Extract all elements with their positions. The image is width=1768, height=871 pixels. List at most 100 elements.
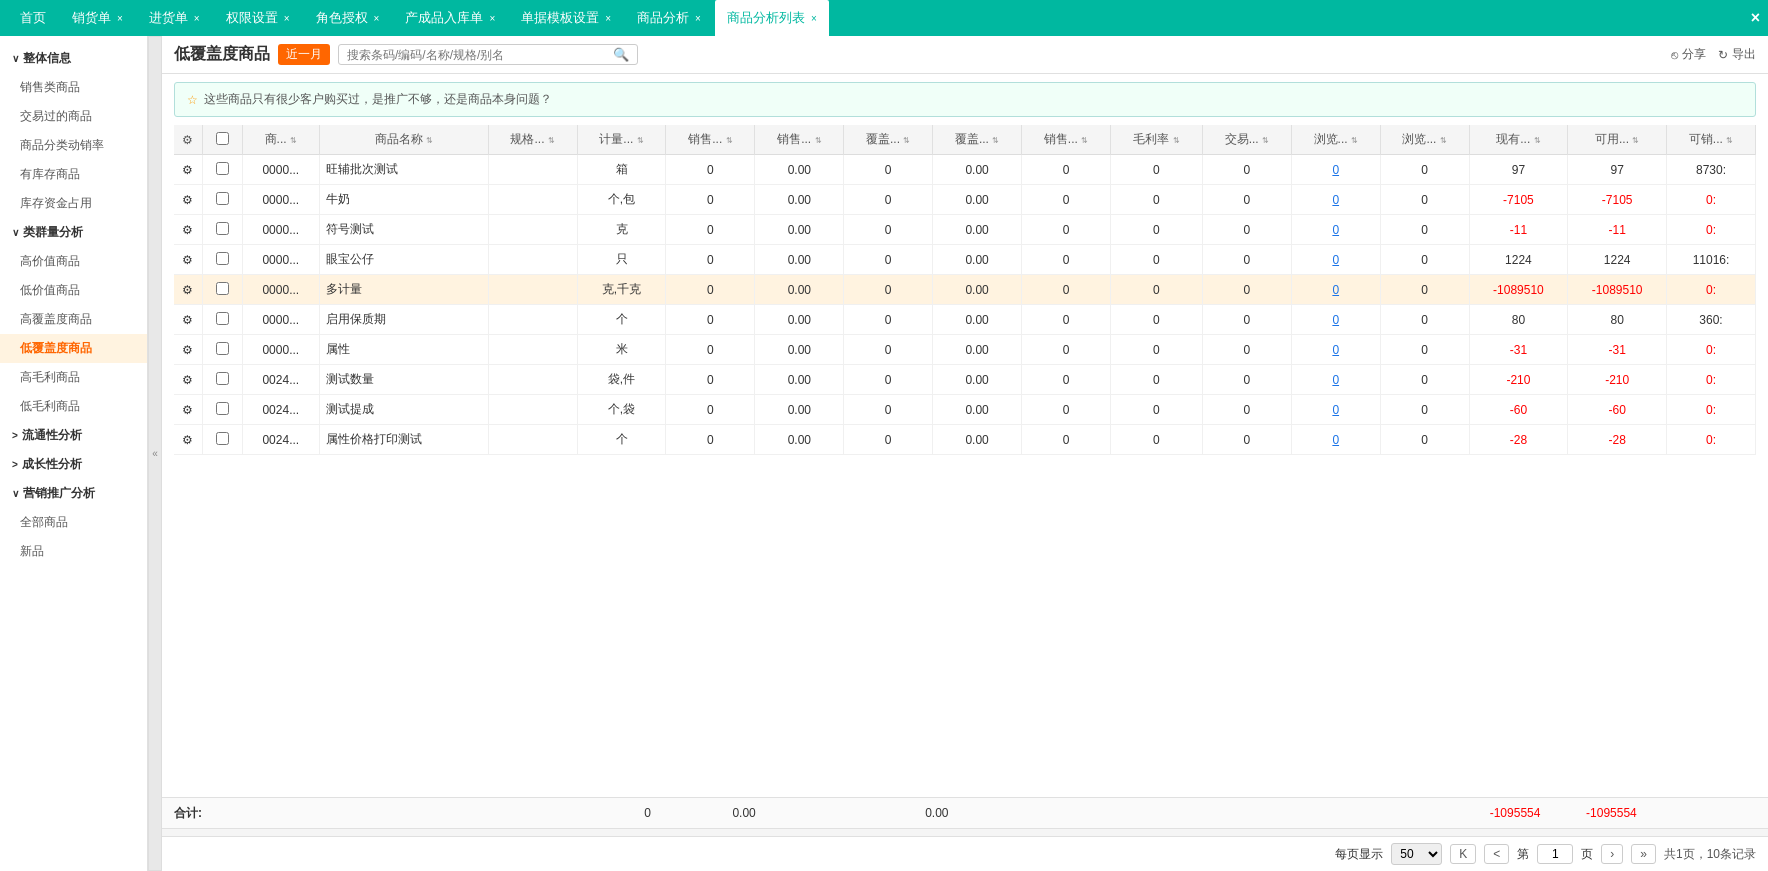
- sidebar-item-capital-use[interactable]: 库存资金占用: [0, 189, 147, 218]
- sidebar-item-low-margin[interactable]: 低毛利商品: [0, 392, 147, 421]
- close-icon[interactable]: ×: [117, 13, 123, 24]
- gear-cell[interactable]: ⚙: [174, 395, 202, 425]
- row-checkbox[interactable]: [216, 372, 229, 385]
- close-all-button[interactable]: ×: [1751, 9, 1760, 27]
- last-page-button[interactable]: »: [1631, 844, 1656, 864]
- col-sales-qty[interactable]: 销售... ⇅: [666, 125, 755, 155]
- next-page-button[interactable]: ›: [1601, 844, 1623, 864]
- checkbox-cell[interactable]: [202, 335, 242, 365]
- browse1-cell[interactable]: 0: [1291, 365, 1380, 395]
- close-icon[interactable]: ×: [489, 13, 495, 24]
- nav-tab-permissions[interactable]: 权限设置 ×: [214, 0, 302, 36]
- sidebar-item-high-value[interactable]: 高价值商品: [0, 247, 147, 276]
- col-code[interactable]: 商... ⇅: [242, 125, 319, 155]
- close-icon[interactable]: ×: [605, 13, 611, 24]
- col-name[interactable]: 商品名称 ⇅: [319, 125, 488, 155]
- sidebar-group-liquidity[interactable]: > 流通性分析: [0, 421, 147, 450]
- date-badge-button[interactable]: 近一月: [278, 44, 330, 65]
- sidebar-item-high-margin[interactable]: 高毛利商品: [0, 363, 147, 392]
- browse1-cell[interactable]: 0: [1291, 425, 1380, 455]
- page-size-select[interactable]: 50 100 200: [1391, 843, 1442, 865]
- sidebar-item-stock-goods[interactable]: 有库存商品: [0, 160, 147, 189]
- checkbox-cell[interactable]: [202, 305, 242, 335]
- sidebar-item-high-coverage[interactable]: 高覆盖度商品: [0, 305, 147, 334]
- row-checkbox[interactable]: [216, 162, 229, 175]
- browse1-cell[interactable]: 0: [1291, 305, 1380, 335]
- export-button[interactable]: ↻ 导出: [1718, 46, 1756, 63]
- gear-cell[interactable]: ⚙: [174, 215, 202, 245]
- browse1-cell[interactable]: 0: [1291, 395, 1380, 425]
- sidebar-item-new-goods[interactable]: 新品: [0, 537, 147, 566]
- page-number-input[interactable]: [1537, 844, 1573, 864]
- close-icon[interactable]: ×: [194, 13, 200, 24]
- nav-tab-template[interactable]: 单据模板设置 ×: [509, 0, 623, 36]
- col-sales-amt[interactable]: 销售... ⇅: [755, 125, 844, 155]
- col-browse2[interactable]: 浏览... ⇅: [1380, 125, 1469, 155]
- row-checkbox[interactable]: [216, 312, 229, 325]
- row-checkbox[interactable]: [216, 402, 229, 415]
- browse1-cell[interactable]: 0: [1291, 215, 1380, 245]
- sidebar-collapse-button[interactable]: «: [148, 36, 162, 871]
- search-input[interactable]: [347, 48, 613, 62]
- sidebar-group-marketing[interactable]: ∨ 营销推广分析: [0, 479, 147, 508]
- table-container[interactable]: ⚙ 商... ⇅ 商品名称 ⇅ 规格... ⇅ 计量... ⇅ 销售... ⇅ …: [162, 125, 1768, 797]
- browse1-cell[interactable]: 0: [1291, 155, 1380, 185]
- browse1-cell[interactable]: 0: [1291, 245, 1380, 275]
- col-available[interactable]: 可用... ⇅: [1568, 125, 1667, 155]
- nav-tab-home[interactable]: 首页: [8, 0, 58, 36]
- col-unit[interactable]: 计量... ⇅: [577, 125, 666, 155]
- checkbox-cell[interactable]: [202, 185, 242, 215]
- row-checkbox[interactable]: [216, 222, 229, 235]
- nav-tab-analysis-list[interactable]: 商品分析列表 ×: [715, 0, 829, 36]
- prev-page-button[interactable]: <: [1484, 844, 1509, 864]
- col-cover2[interactable]: 覆盖... ⇅: [933, 125, 1022, 155]
- checkbox-cell[interactable]: [202, 155, 242, 185]
- col-sales3[interactable]: 销售... ⇅: [1022, 125, 1111, 155]
- sidebar-item-low-coverage[interactable]: 低覆盖度商品: [0, 334, 147, 363]
- gear-cell[interactable]: ⚙: [174, 245, 202, 275]
- row-checkbox[interactable]: [216, 192, 229, 205]
- sidebar-group-overall[interactable]: ∨ 整体信息: [0, 44, 147, 73]
- checkbox-cell[interactable]: [202, 395, 242, 425]
- sidebar-item-all-goods[interactable]: 全部商品: [0, 508, 147, 537]
- gear-cell[interactable]: ⚙: [174, 275, 202, 305]
- nav-tab-sales[interactable]: 销货单 ×: [60, 0, 135, 36]
- checkbox-col-header[interactable]: [202, 125, 242, 155]
- close-icon[interactable]: ×: [695, 13, 701, 24]
- gear-col-header[interactable]: ⚙: [174, 125, 202, 155]
- nav-tab-analysis[interactable]: 商品分析 ×: [625, 0, 713, 36]
- col-current[interactable]: 现有... ⇅: [1469, 125, 1568, 155]
- close-icon[interactable]: ×: [811, 13, 817, 24]
- browse1-cell[interactable]: 0: [1291, 335, 1380, 365]
- row-checkbox[interactable]: [216, 342, 229, 355]
- checkbox-cell[interactable]: [202, 215, 242, 245]
- gear-cell[interactable]: ⚙: [174, 155, 202, 185]
- sidebar-item-sales-goods[interactable]: 销售类商品: [0, 73, 147, 102]
- checkbox-cell[interactable]: [202, 245, 242, 275]
- select-all-checkbox[interactable]: [216, 132, 229, 145]
- col-spec[interactable]: 规格... ⇅: [488, 125, 577, 155]
- close-icon[interactable]: ×: [374, 13, 380, 24]
- gear-cell[interactable]: ⚙: [174, 365, 202, 395]
- gear-cell[interactable]: ⚙: [174, 305, 202, 335]
- first-page-button[interactable]: K: [1450, 844, 1476, 864]
- sidebar-item-low-value[interactable]: 低价值商品: [0, 276, 147, 305]
- share-button[interactable]: ⎋ 分享: [1671, 46, 1706, 63]
- col-browse1[interactable]: 浏览... ⇅: [1291, 125, 1380, 155]
- col-saleable[interactable]: 可销... ⇅: [1667, 125, 1756, 155]
- row-checkbox[interactable]: [216, 252, 229, 265]
- row-checkbox[interactable]: [216, 282, 229, 295]
- row-checkbox[interactable]: [216, 432, 229, 445]
- sidebar-group-cluster[interactable]: ∨ 类群量分析: [0, 218, 147, 247]
- checkbox-cell[interactable]: [202, 365, 242, 395]
- browse1-cell[interactable]: 0: [1291, 185, 1380, 215]
- checkbox-cell[interactable]: [202, 425, 242, 455]
- col-gross[interactable]: 毛利率 ⇅: [1110, 125, 1202, 155]
- col-trade[interactable]: 交易... ⇅: [1202, 125, 1291, 155]
- sidebar-item-category-rate[interactable]: 商品分类动销率: [0, 131, 147, 160]
- checkbox-cell[interactable]: [202, 275, 242, 305]
- nav-tab-purchase[interactable]: 进货单 ×: [137, 0, 212, 36]
- gear-cell[interactable]: ⚙: [174, 185, 202, 215]
- gear-cell[interactable]: ⚙: [174, 425, 202, 455]
- nav-tab-role[interactable]: 角色授权 ×: [304, 0, 392, 36]
